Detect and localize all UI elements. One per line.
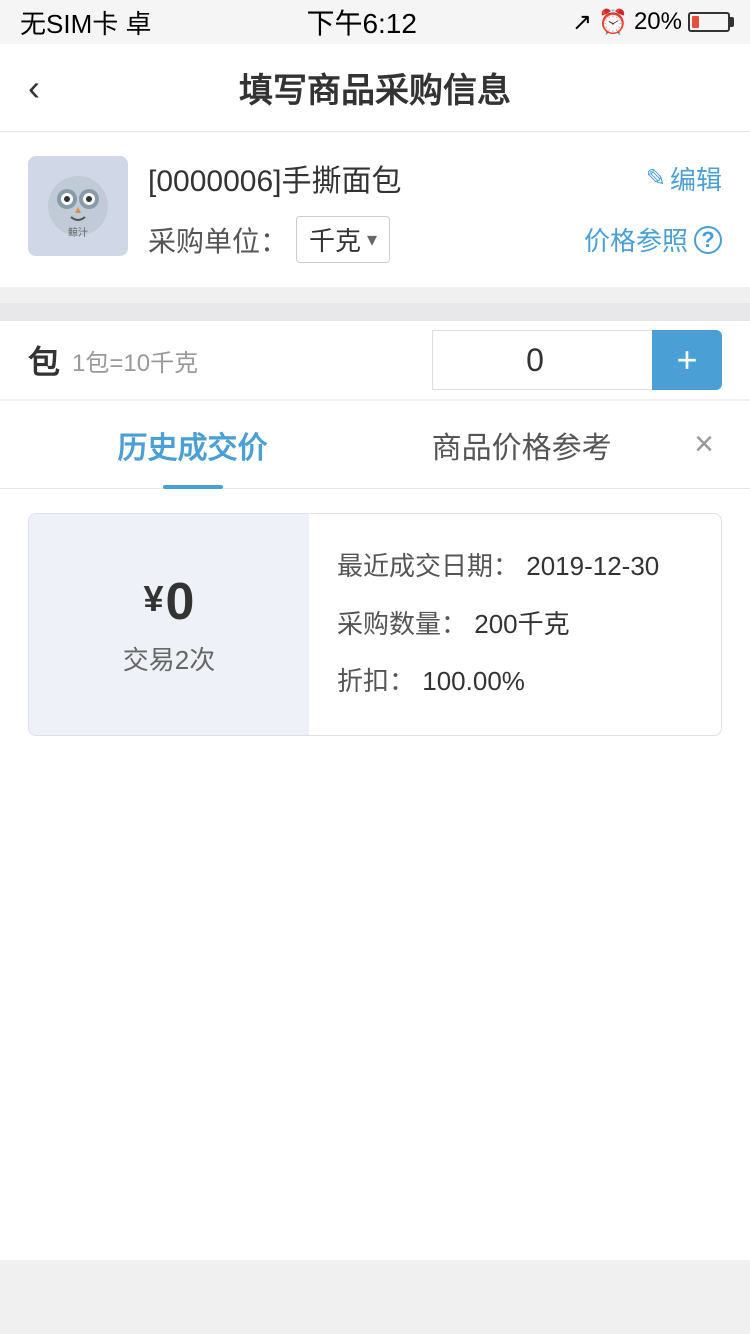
edit-button[interactable]: ✎ 编辑 — [646, 160, 722, 197]
separator — [0, 303, 750, 319]
back-button[interactable]: ‹ — [28, 67, 40, 109]
date-row: 最近成交日期： 2019-12-30 — [337, 546, 693, 588]
discount-value: 100.00% — [422, 666, 525, 696]
tab-product-label: 商品价格参考 — [432, 423, 612, 467]
product-name: [0000006]手撕面包 — [148, 156, 401, 200]
price-card: ¥ 0 交易2次 最近成交日期： 2019-12-30 采购数量： 200千克 … — [28, 513, 722, 736]
status-time: 下午6:12 — [306, 2, 417, 42]
quantity-section: 包 1包=10千克 + — [0, 319, 750, 399]
qty-row: 采购数量： 200千克 — [337, 604, 693, 646]
chevron-down-icon: ▾ — [367, 227, 377, 252]
price-card-wrap: ¥ 0 交易2次 最近成交日期： 2019-12-30 采购数量： 200千克 … — [0, 489, 750, 760]
date-label: 最近成交日期： — [337, 551, 519, 581]
price-card-left: ¥ 0 交易2次 — [29, 514, 309, 735]
edit-label: 编辑 — [670, 160, 722, 197]
product-section: 鲸汁 [0000006]手撕面包 ✎ 编辑 采购单位： 千克 ▾ — [0, 132, 750, 287]
equiv-label: 1包=10千克 — [72, 343, 198, 378]
nav-bar: ‹ 填写商品采购信息 — [0, 44, 750, 132]
date-value: 2019-12-30 — [526, 551, 659, 581]
status-right: ↗ ⏰ 20% — [572, 8, 730, 37]
edit-icon: ✎ — [646, 164, 666, 193]
battery-text: 20% — [634, 8, 682, 36]
product-thumbnail: 鲸汁 — [28, 156, 128, 256]
trade-count: 交易2次 — [123, 640, 215, 677]
content-area — [0, 760, 750, 1260]
owl-logo: 鲸汁 — [43, 171, 113, 241]
plus-button[interactable]: + — [652, 330, 722, 390]
quantity-input[interactable] — [432, 330, 652, 390]
tab-section: 历史成交价 商品价格参考 × ¥ 0 交易2次 最近成交日期： 2019-12-… — [0, 401, 750, 760]
bag-label: 包 — [28, 337, 60, 383]
price-number: 0 — [166, 572, 195, 632]
unit-label: 采购单位： — [148, 220, 288, 260]
qty-value: 200千克 — [474, 609, 569, 639]
carrier-text: 无SIM卡 卓 — [20, 4, 151, 41]
tab-history-label: 历史成交价 — [118, 423, 268, 467]
tab-bar: 历史成交价 商品价格参考 × — [0, 401, 750, 489]
currency-symbol: ¥ — [144, 578, 164, 620]
status-left: 无SIM卡 卓 — [20, 4, 151, 41]
price-amount-display: ¥ 0 — [144, 572, 195, 632]
qty-label: 采购数量： — [337, 609, 467, 639]
tab-history-price[interactable]: 历史成交价 — [28, 401, 357, 489]
page-title: 填写商品采购信息 — [239, 63, 511, 112]
discount-label: 折扣： — [337, 666, 415, 696]
status-bar: 无SIM卡 卓 下午6:12 ↗ ⏰ 20% — [0, 0, 750, 44]
alarm-icon: ⏰ — [598, 8, 628, 37]
close-button[interactable]: × — [686, 417, 722, 472]
unit-select[interactable]: 千克 ▾ — [296, 216, 390, 263]
discount-row: 折扣： 100.00% — [337, 661, 693, 703]
tab-product-price[interactable]: 商品价格参考 — [357, 401, 686, 489]
unit-value: 千克 — [309, 221, 361, 258]
price-ref-label: 价格参照 — [584, 221, 688, 258]
battery-icon — [688, 12, 730, 32]
product-info: [0000006]手撕面包 ✎ 编辑 采购单位： 千克 ▾ 价格参照 ? — [148, 156, 722, 263]
price-ref-button[interactable]: 价格参照 ? — [584, 221, 722, 258]
quantity-control: + — [432, 330, 722, 390]
price-card-right: 最近成交日期： 2019-12-30 采购数量： 200千克 折扣： 100.0… — [309, 514, 721, 735]
location-icon: ↗ — [572, 8, 592, 37]
help-icon: ? — [694, 226, 722, 254]
svg-text:鲸汁: 鲸汁 — [68, 226, 88, 239]
